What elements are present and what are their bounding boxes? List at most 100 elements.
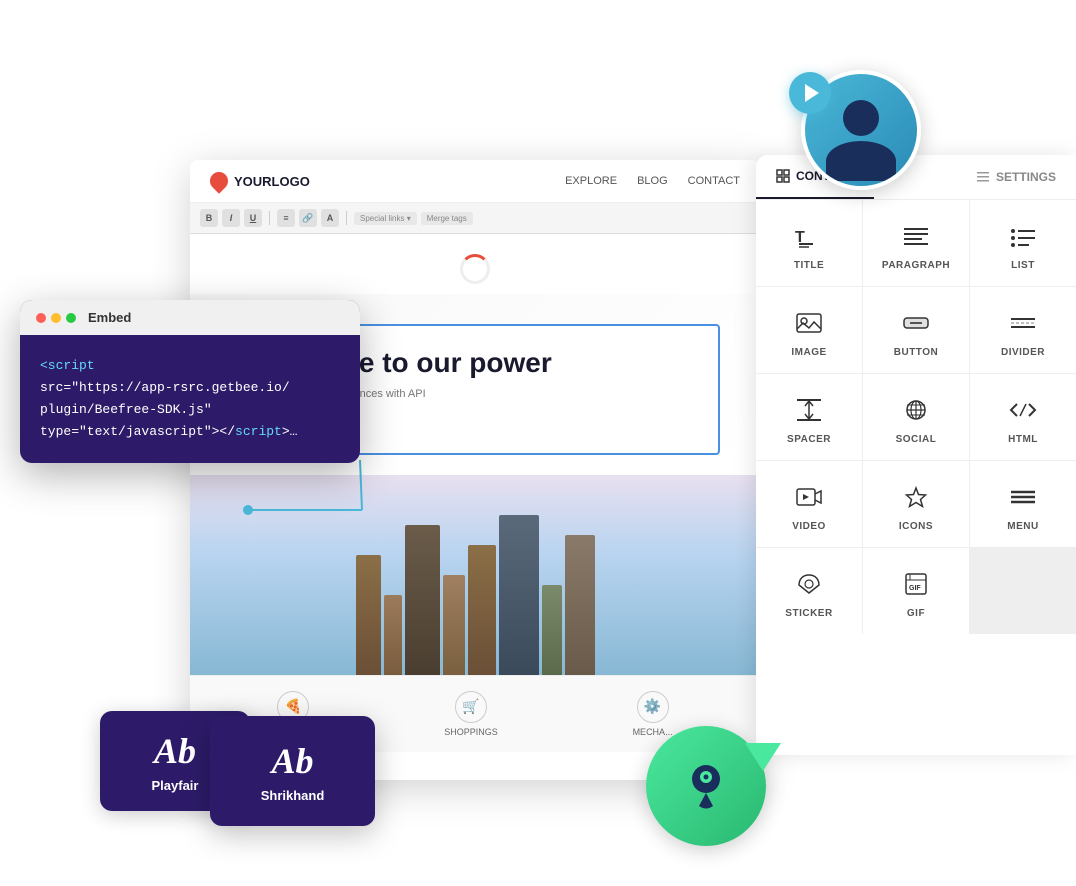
embed-title: Embed: [88, 310, 131, 325]
close-dot[interactable]: [36, 313, 46, 323]
content-grid: T TITLE PARAGRAPH: [756, 200, 1076, 634]
toolbar-sep-1: [269, 211, 270, 225]
align-button[interactable]: ≡: [277, 209, 295, 227]
paragraph-icon: [896, 220, 936, 252]
title-label: TITLE: [794, 260, 824, 271]
window-controls: [36, 313, 76, 323]
nav-blog[interactable]: BLOG: [637, 175, 668, 187]
content-item-sticker[interactable]: STICKER: [756, 548, 862, 634]
editor-mockup: YOURLOGO EXPLORE BLOG CONTACT B I U ≡ 🔗 …: [190, 160, 760, 780]
html-icon: [1003, 394, 1043, 426]
button-label: BUTTON: [894, 347, 938, 358]
image-label: IMAGE: [791, 347, 826, 358]
logo-area: YOURLOGO: [210, 172, 310, 190]
shrikhand-display: Ab: [271, 740, 313, 782]
content-item-title[interactable]: T TITLE: [756, 200, 862, 286]
content-item-icons[interactable]: ICONS: [863, 461, 969, 547]
content-item-divider[interactable]: DIVIDER: [970, 287, 1076, 373]
building-5: [468, 545, 496, 675]
city-buildings: [346, 515, 605, 675]
embed-popup: Embed <script src="https://app-rsrc.getb…: [20, 300, 360, 463]
toolbar-sep-2: [346, 211, 347, 225]
button-icon: [896, 307, 936, 339]
logo-text: YOURLOGO: [234, 174, 310, 189]
content-item-image[interactable]: IMAGE: [756, 287, 862, 373]
user-body: [826, 100, 896, 181]
gif-label: GIF: [907, 608, 925, 619]
image-icon: [789, 307, 829, 339]
italic-button[interactable]: I: [222, 209, 240, 227]
location-pin-icon: [671, 751, 741, 821]
content-item-social[interactable]: SOCIAL: [863, 374, 969, 460]
list-icon: [1003, 220, 1043, 252]
mecha-icon: ⚙️: [637, 691, 669, 723]
content-item-list[interactable]: LIST: [970, 200, 1076, 286]
svg-text:GIF: GIF: [909, 585, 921, 592]
menu-label: MENU: [1007, 521, 1038, 532]
content-item-video[interactable]: VIDEO: [756, 461, 862, 547]
code-type: type="text/javascript"></: [40, 424, 235, 439]
paragraph-label: PARAGRAPH: [882, 260, 950, 271]
divider-icon: [1003, 307, 1043, 339]
code-script-close: script: [235, 424, 282, 439]
hero-image: [190, 475, 760, 675]
maximize-dot[interactable]: [66, 313, 76, 323]
panel-tabs: CONTENT SETTINGS: [756, 155, 1076, 200]
editor-toolbar: B I U ≡ 🔗 A Special links ▾ Merge tags: [190, 203, 760, 234]
special-links[interactable]: Special links ▾: [354, 212, 417, 225]
mecha-icon-item[interactable]: ⚙️ MECHA...: [633, 691, 673, 737]
building-1: [356, 555, 381, 675]
play-triangle-icon: [805, 84, 819, 102]
code-script-open: <script: [40, 358, 95, 373]
code-end: >…: [282, 424, 298, 439]
settings-icon: [976, 170, 990, 184]
building-3: [405, 525, 440, 675]
gif-icon: GIF: [896, 568, 936, 600]
grid-icon: [776, 169, 790, 183]
mecha-label: MECHA...: [633, 727, 673, 737]
content-item-gif[interactable]: GIF GIF: [863, 548, 969, 634]
content-item-button[interactable]: BUTTON: [863, 287, 969, 373]
social-icon: [896, 394, 936, 426]
shopping-icon-item[interactable]: 🛒 SHOPPINGS: [444, 691, 498, 737]
embed-code-block: <script src="https://app-rsrc.getbee.io/…: [20, 335, 360, 463]
icons-label: ICONS: [899, 521, 933, 532]
spacer-label: SPACER: [787, 434, 831, 445]
font-card-shrikhand: Ab Shrikhand: [210, 716, 375, 826]
divider-label: DIVIDER: [1001, 347, 1045, 358]
playfair-name: Playfair: [152, 778, 199, 793]
content-panel: CONTENT SETTINGS T: [756, 155, 1076, 755]
list-label: LIST: [1011, 260, 1035, 271]
underline-button[interactable]: U: [244, 209, 262, 227]
building-7: [542, 585, 562, 675]
nav-contact[interactable]: CONTACT: [688, 175, 740, 187]
link-button[interactable]: 🔗: [299, 209, 317, 227]
building-8: [565, 535, 595, 675]
building-4: [443, 575, 465, 675]
shrikhand-name: Shrikhand: [261, 788, 325, 803]
menu-icon: [1003, 481, 1043, 513]
content-item-html[interactable]: HTML: [970, 374, 1076, 460]
bold-button[interactable]: B: [200, 209, 218, 227]
nav-links: EXPLORE BLOG CONTACT: [565, 175, 740, 187]
loading-spinner: [460, 254, 490, 284]
content-item-spacer[interactable]: SPACER: [756, 374, 862, 460]
tab-settings[interactable]: SETTINGS: [956, 156, 1076, 198]
playfair-display: Ab: [154, 730, 196, 772]
minimize-dot[interactable]: [51, 313, 61, 323]
code-plugin: plugin/Beefree-SDK.js": [40, 402, 212, 417]
merge-tags[interactable]: Merge tags: [421, 212, 473, 225]
content-item-paragraph[interactable]: PARAGRAPH: [863, 200, 969, 286]
code-src: src="https://app-rsrc.getbee.io/: [40, 380, 290, 395]
icons-icon: [896, 481, 936, 513]
tab-settings-label: SETTINGS: [996, 170, 1056, 184]
editor-header: YOURLOGO EXPLORE BLOG CONTACT: [190, 160, 760, 203]
building-6: [499, 515, 539, 675]
play-button[interactable]: [789, 72, 831, 114]
social-label: SOCIAL: [896, 434, 937, 445]
color-button[interactable]: A: [321, 209, 339, 227]
spacer-icon: [789, 394, 829, 426]
content-item-menu[interactable]: MENU: [970, 461, 1076, 547]
nav-explore[interactable]: EXPLORE: [565, 175, 617, 187]
user-head: [843, 100, 879, 136]
